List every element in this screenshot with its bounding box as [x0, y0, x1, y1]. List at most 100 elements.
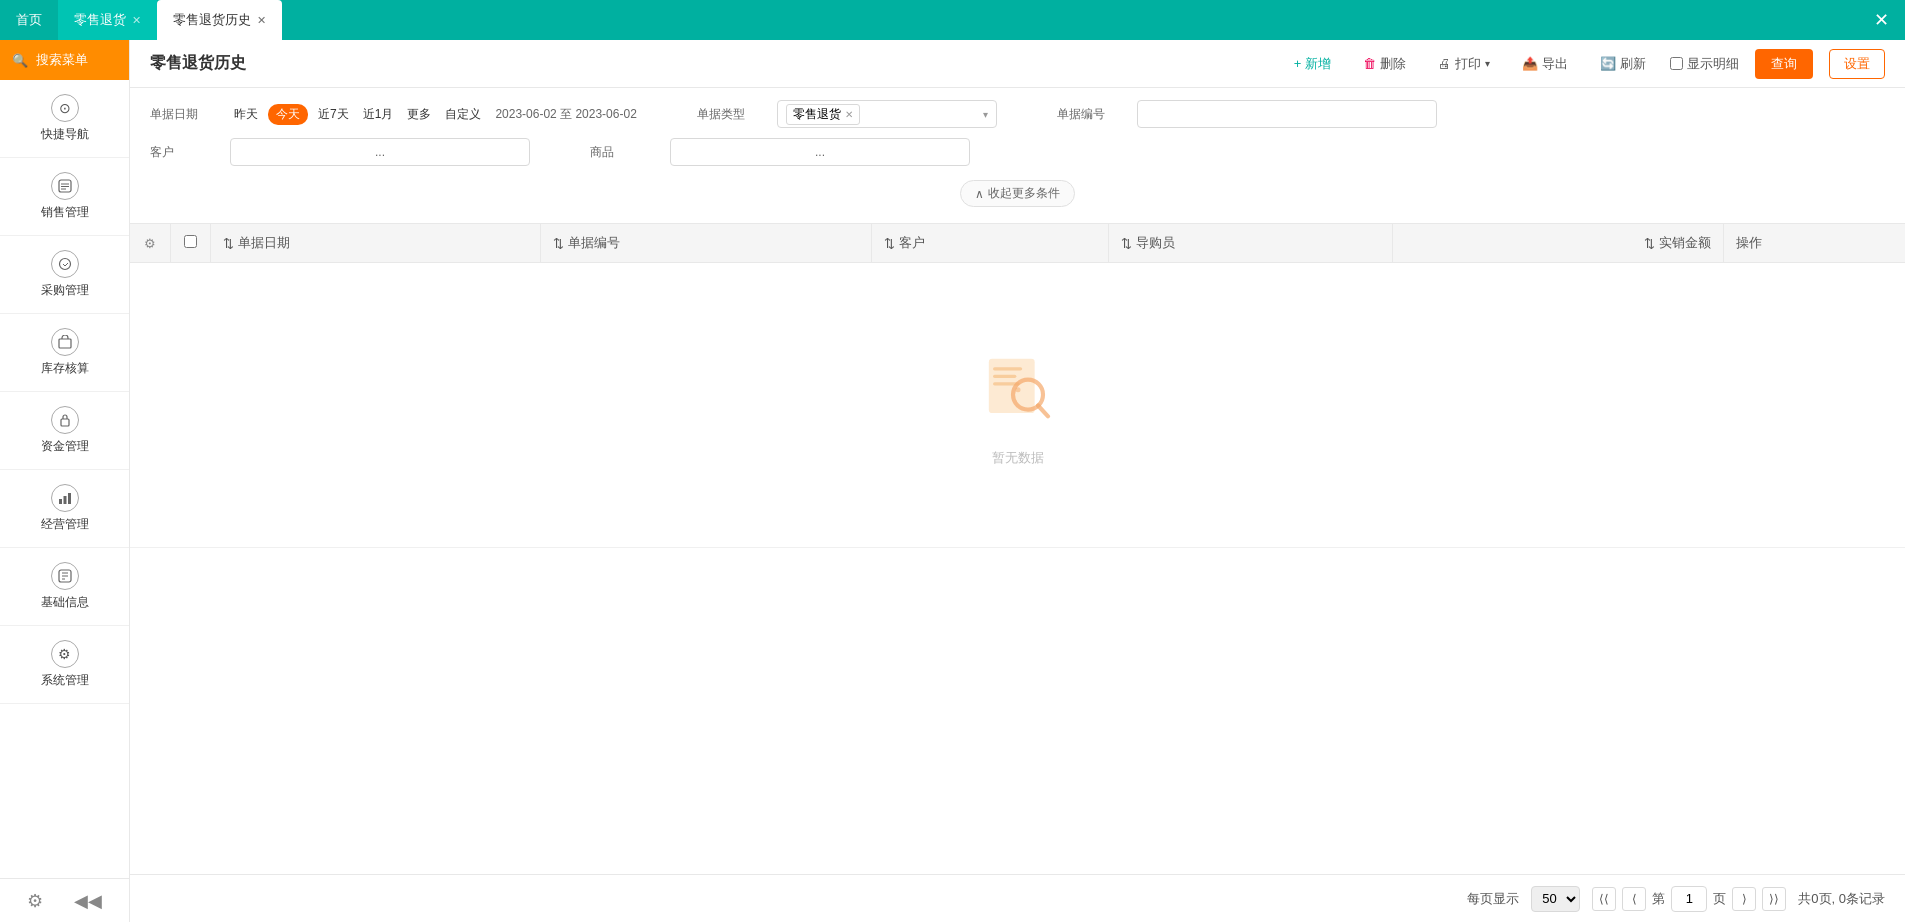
number-column-header: ⇅ 单据编号	[541, 224, 872, 263]
customer-filter-btn[interactable]: ...	[230, 138, 530, 166]
sidebar-item-quick-nav-label: 快捷导航	[41, 126, 89, 143]
filter-row-1: 单据日期 昨天 今天 近7天 近1月 更多 自定义 2023-06-02 至 2…	[150, 100, 1885, 128]
purchase-mgmt-icon	[51, 250, 79, 278]
date-opt-today[interactable]: 今天	[268, 104, 308, 125]
checkbox-column-header[interactable]	[170, 224, 210, 263]
settings-column-header[interactable]: ⚙	[130, 224, 170, 263]
operations-icon	[51, 484, 79, 512]
finance-icon	[51, 406, 79, 434]
filter-area: 单据日期 昨天 今天 近7天 近1月 更多 自定义 2023-06-02 至 2…	[130, 88, 1905, 224]
guide-column-header: ⇅ 导购员	[1109, 224, 1393, 263]
window-close-button[interactable]: ✕	[1874, 9, 1889, 31]
sidebar-item-operations-label: 经营管理	[41, 516, 89, 533]
export-button[interactable]: 📤 导出	[1514, 51, 1576, 77]
total-info: 共0页, 0条记录	[1798, 890, 1885, 908]
collapse-button[interactable]: ∧ 收起更多条件	[960, 180, 1075, 207]
goods-filter-btn[interactable]: ...	[670, 138, 970, 166]
goods-filter-label: 商品	[590, 144, 650, 161]
type-filter-label: 单据类型	[697, 106, 757, 123]
query-button[interactable]: 查询	[1755, 49, 1813, 79]
sidebar-item-quick-nav[interactable]: ⊙ 快捷导航	[0, 80, 129, 158]
select-all-checkbox[interactable]	[184, 235, 197, 248]
inventory-icon	[51, 328, 79, 356]
sidebar-item-sales-mgmt[interactable]: 销售管理	[0, 158, 129, 236]
sidebar-item-inventory[interactable]: 库存核算	[0, 314, 129, 392]
settings-footer-icon[interactable]: ⚙	[27, 890, 43, 912]
sidebar-nav: ⊙ 快捷导航 销售管理 采购管理 库存核算	[0, 80, 129, 878]
type-select-arrow: ▾	[983, 109, 988, 120]
sidebar-search[interactable]: 🔍 搜索菜单	[0, 40, 129, 80]
show-detail-checkbox[interactable]: 显示明细	[1670, 55, 1739, 73]
tab-retail-return-label: 零售退货	[74, 11, 126, 29]
sidebar-item-system[interactable]: ⚙ 系统管理	[0, 626, 129, 704]
header-actions: + 新增 🗑 删除 🖨 打印 ▾ 📤 导出 🔄 刷新	[1286, 49, 1885, 79]
sidebar-item-basic-info[interactable]: 基础信息	[0, 548, 129, 626]
content-area: 零售退货历史 + 新增 🗑 删除 🖨 打印 ▾ 📤 导出 🔄	[130, 40, 1905, 922]
svg-point-20	[1015, 387, 1020, 392]
sidebar-item-finance-label: 资金管理	[41, 438, 89, 455]
sidebar-footer: ⚙ ◀◀	[0, 878, 129, 922]
number-sort-icon: ⇅	[553, 236, 564, 251]
settings-button[interactable]: 设置	[1829, 49, 1885, 79]
svg-rect-6	[61, 419, 69, 426]
page-label: 第	[1652, 890, 1665, 908]
type-tag-close[interactable]: ✕	[845, 109, 853, 120]
date-opt-7days[interactable]: 近7天	[314, 104, 353, 125]
collapse-icon: ∧	[975, 187, 984, 201]
sidebar-item-system-label: 系统管理	[41, 672, 89, 689]
tab-retail-return[interactable]: 零售退货 ✕	[58, 0, 157, 40]
tab-home-label: 首页	[16, 11, 42, 29]
tab-retail-return-history[interactable]: 零售退货历史 ✕	[157, 0, 282, 40]
number-filter-label: 单据编号	[1057, 106, 1117, 123]
table-container: ⚙ ⇅ 单据日期 ⇅	[130, 224, 1905, 874]
new-button[interactable]: + 新增	[1286, 51, 1339, 77]
print-button[interactable]: 🖨 打印 ▾	[1430, 51, 1498, 77]
date-opt-more[interactable]: 更多	[403, 104, 435, 125]
show-detail-checkbox-input[interactable]	[1670, 57, 1683, 70]
svg-rect-5	[59, 339, 71, 348]
sidebar-item-purchase-mgmt[interactable]: 采购管理	[0, 236, 129, 314]
print-icon: 🖨	[1438, 56, 1451, 71]
tab-retail-return-history-close[interactable]: ✕	[257, 14, 266, 27]
date-column-label: ⇅	[223, 236, 234, 251]
volume-footer-icon[interactable]: ◀◀	[74, 890, 102, 912]
date-opt-custom[interactable]: 自定义	[441, 104, 485, 125]
sidebar-item-finance[interactable]: 资金管理	[0, 392, 129, 470]
refresh-icon: 🔄	[1600, 56, 1616, 71]
customer-filter-label: 客户	[150, 144, 210, 161]
prev-page-button[interactable]: ⟨	[1622, 887, 1646, 911]
amount-column-header: ⇅ 实销金额	[1393, 224, 1724, 263]
svg-rect-9	[68, 493, 71, 504]
type-filter-input[interactable]: 零售退货 ✕ ▾	[777, 100, 997, 128]
next-page-button[interactable]: ⟩	[1732, 887, 1756, 911]
refresh-button[interactable]: 🔄 刷新	[1592, 51, 1654, 77]
date-options: 昨天 今天 近7天 近1月 更多 自定义 2023-06-02 至 2023-0…	[230, 104, 637, 125]
page-size-label: 每页显示	[1467, 890, 1519, 908]
tab-retail-return-close[interactable]: ✕	[132, 14, 141, 27]
export-icon: 📤	[1522, 56, 1538, 71]
filter-row-2: 客户 ... 商品 ...	[150, 138, 1885, 166]
page-size-select[interactable]: 50	[1531, 886, 1580, 912]
action-column-header: 操作	[1723, 224, 1905, 263]
sidebar-search-label: 搜索菜单	[36, 51, 88, 69]
last-page-button[interactable]: ⟩⟩	[1762, 887, 1786, 911]
page-number-input[interactable]	[1671, 886, 1707, 912]
number-filter-input[interactable]	[1137, 100, 1437, 128]
tab-home[interactable]: 首页	[0, 0, 58, 40]
basic-info-icon	[51, 562, 79, 590]
svg-rect-8	[63, 496, 66, 504]
first-page-button[interactable]: ⟨⟨	[1592, 887, 1616, 911]
sidebar: 🔍 搜索菜单 ⊙ 快捷导航 销售管理 采购管理	[0, 40, 130, 922]
date-column-header: ⇅ 单据日期	[210, 224, 541, 263]
customer-sort-icon: ⇅	[884, 236, 895, 251]
sidebar-item-operations[interactable]: 经营管理	[0, 470, 129, 548]
system-icon: ⚙	[51, 640, 79, 668]
date-opt-yesterday[interactable]: 昨天	[230, 104, 262, 125]
search-icon: 🔍	[12, 53, 28, 68]
date-opt-1month[interactable]: 近1月	[359, 104, 398, 125]
page-nav: ⟨⟨ ⟨ 第 页 ⟩ ⟩⟩	[1592, 886, 1786, 912]
delete-button[interactable]: 🗑 删除	[1355, 51, 1414, 77]
svg-point-4	[59, 259, 70, 270]
amount-sort-icon: ⇅	[1644, 236, 1655, 251]
tab-retail-return-history-label: 零售退货历史	[173, 11, 251, 29]
